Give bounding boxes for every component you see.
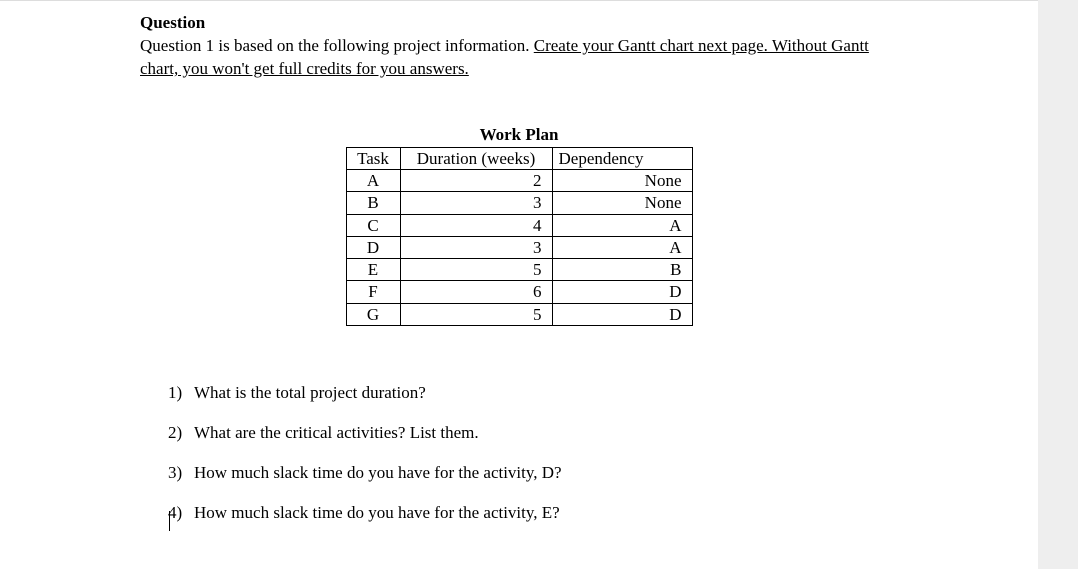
question-number: 4) [168,502,194,524]
question-heading: Question [140,13,898,33]
header-duration: Duration (weeks) [400,147,552,169]
cell-dependency: D [552,303,692,325]
header-task: Task [346,147,400,169]
cell-task: E [346,259,400,281]
cell-task: F [346,281,400,303]
cell-duration: 3 [400,192,552,214]
header-dependency: Dependency [552,147,692,169]
cell-dependency: A [552,236,692,258]
question-list: 1)What is the total project duration? 2)… [140,382,898,524]
cell-task: A [346,170,400,192]
cell-duration: 6 [400,281,552,303]
cell-duration: 4 [400,214,552,236]
question-text: What are the critical activities? List t… [194,423,479,442]
cell-task: B [346,192,400,214]
table-row: E 5 B [346,259,692,281]
question-text: What is the total project duration? [194,383,426,402]
cell-duration: 3 [400,236,552,258]
table-header-row: Task Duration (weeks) Dependency [346,147,692,169]
question-number: 2) [168,422,194,444]
work-plan-table: Task Duration (weeks) Dependency A 2 Non… [346,147,693,326]
question-number: 3) [168,462,194,484]
question-number: 1) [168,382,194,404]
table-row: B 3 None [346,192,692,214]
question-text: How much slack time do you have for the … [194,463,562,482]
cell-dependency: D [552,281,692,303]
document-page: Question Question 1 is based on the foll… [0,0,1038,569]
work-plan-table-wrap: Task Duration (weeks) Dependency A 2 Non… [140,147,898,326]
scroll-gutter[interactable] [1038,0,1078,569]
table-row: D 3 A [346,236,692,258]
question-intro: Question 1 is based on the following pro… [140,35,898,81]
cell-duration: 2 [400,170,552,192]
cell-dependency: None [552,192,692,214]
question-text: How much slack time do you have for the … [194,503,560,522]
table-row: C 4 A [346,214,692,236]
list-item: 2)What are the critical activities? List… [168,422,898,444]
intro-plain: Question 1 is based on the following pro… [140,36,534,55]
cell-duration: 5 [400,259,552,281]
cell-task: D [346,236,400,258]
cell-task: G [346,303,400,325]
table-row: A 2 None [346,170,692,192]
list-item: 3)How much slack time do you have for th… [168,462,898,484]
table-body: A 2 None B 3 None C 4 A D 3 A [346,170,692,326]
cell-task: C [346,214,400,236]
table-title: Work Plan [140,125,898,145]
cell-dependency: B [552,259,692,281]
text-cursor [169,511,170,531]
list-item: 1)What is the total project duration? [168,382,898,404]
table-row: G 5 D [346,303,692,325]
cell-dependency: None [552,170,692,192]
cell-duration: 5 [400,303,552,325]
cell-dependency: A [552,214,692,236]
table-row: F 6 D [346,281,692,303]
list-item: 4)How much slack time do you have for th… [168,502,898,524]
